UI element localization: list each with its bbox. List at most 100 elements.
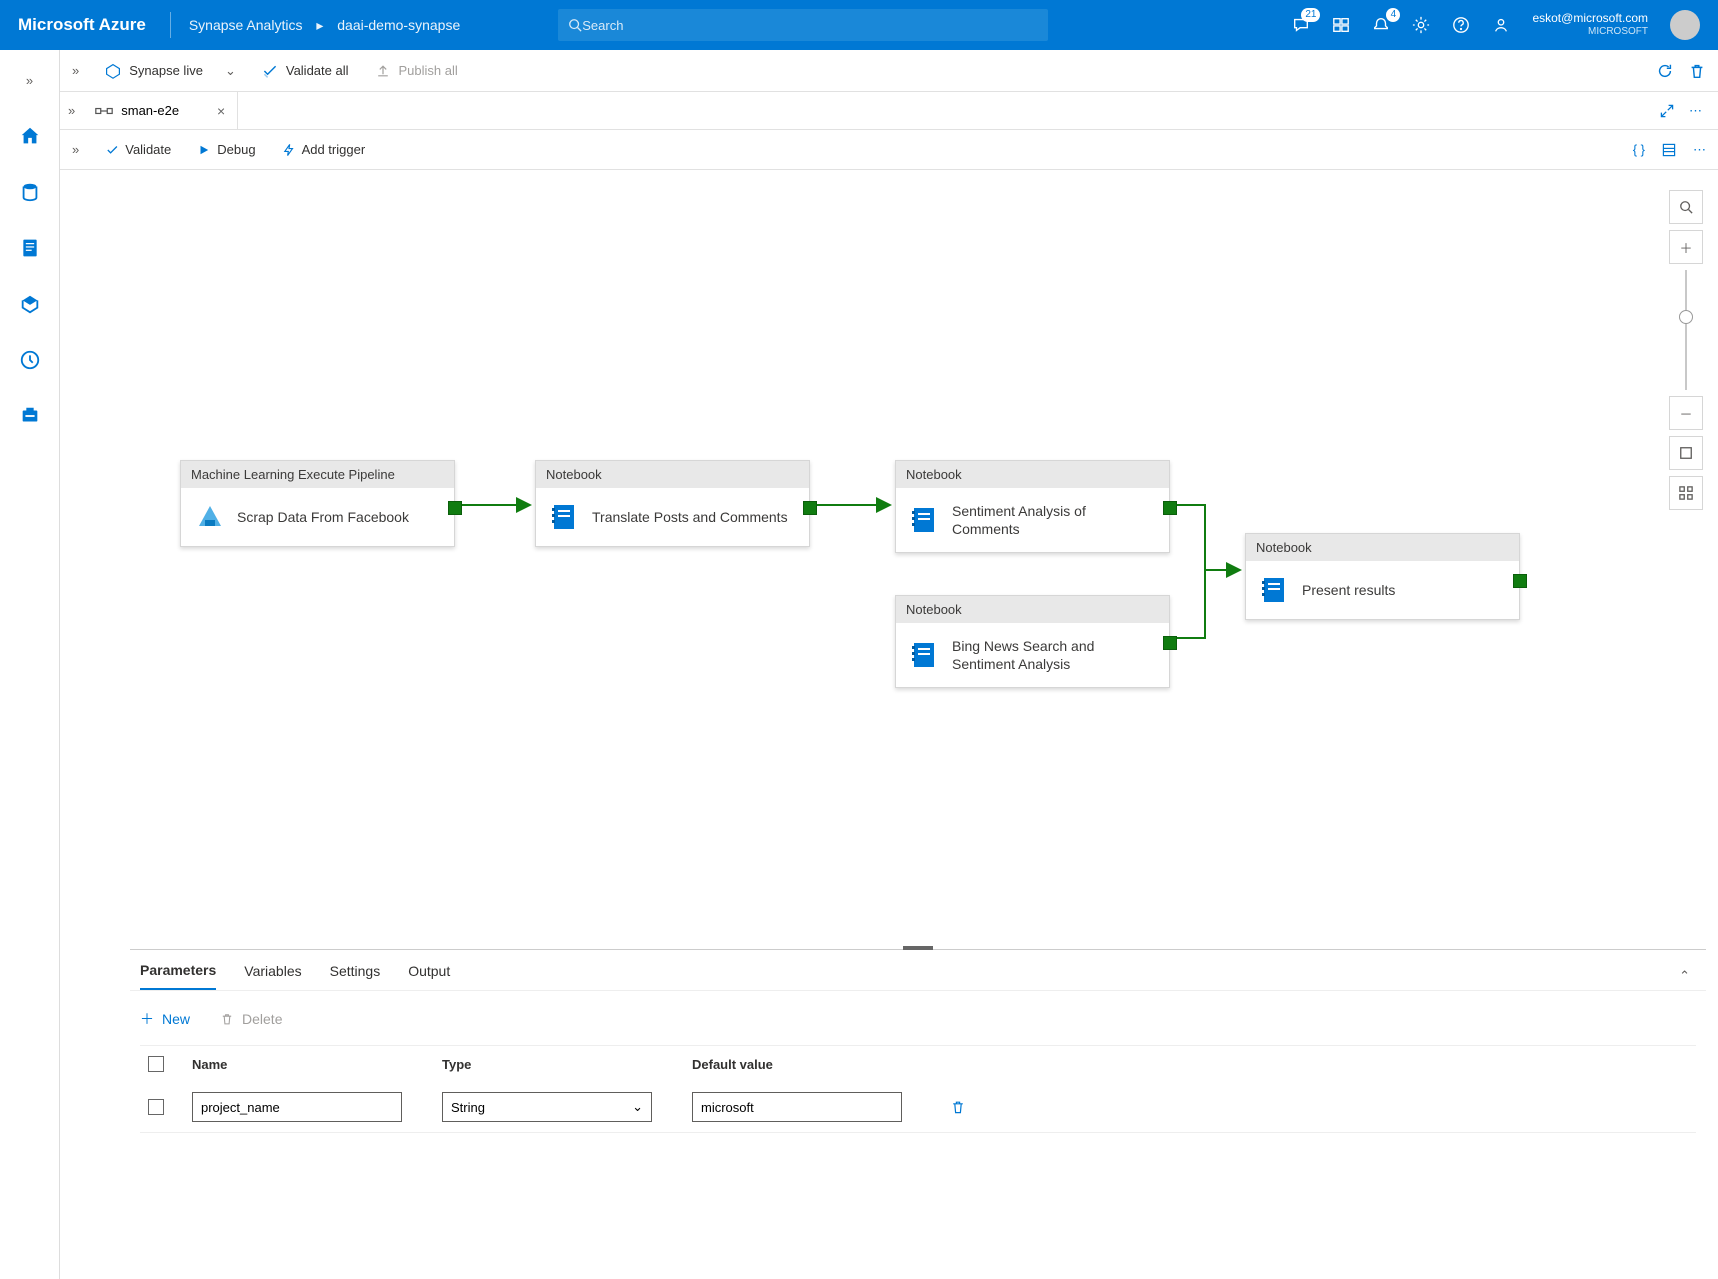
activity-node-present[interactable]: Notebook Present results	[1245, 533, 1520, 620]
validate-button[interactable]: Validate	[105, 142, 171, 157]
collapse-panel-icon-2[interactable]: »	[68, 103, 75, 118]
activity-node-ml-pipeline[interactable]: Machine Learning Execute Pipeline Scrap …	[180, 460, 455, 547]
output-port[interactable]	[803, 501, 817, 515]
nav-monitor-icon[interactable]	[16, 346, 44, 374]
row-checkbox[interactable]	[148, 1099, 164, 1115]
user-label[interactable]: eskot@microsoft.com MICROSOFT	[1532, 11, 1648, 39]
debug-button[interactable]: Debug	[197, 142, 255, 157]
chevron-right-icon: ▸	[316, 17, 323, 33]
activity-node-sentiment[interactable]: Notebook Sentiment Analysis of Comments	[895, 460, 1170, 553]
activity-type-label: Notebook	[896, 596, 1169, 623]
activity-title: Present results	[1302, 581, 1395, 599]
param-default-input[interactable]	[692, 1092, 902, 1122]
brand-label[interactable]: Microsoft Azure	[18, 15, 146, 35]
param-name-input[interactable]	[192, 1092, 402, 1122]
zoom-search-icon[interactable]	[1669, 190, 1703, 224]
zoom-out-button[interactable]: －	[1669, 396, 1703, 430]
tenant-label: MICROSOFT	[1532, 25, 1648, 39]
tab-parameters[interactable]: Parameters	[140, 962, 216, 990]
output-port[interactable]	[448, 501, 462, 515]
output-port[interactable]	[1163, 636, 1177, 650]
left-nav-rail: »	[0, 50, 60, 1279]
pipeline-canvas[interactable]: Machine Learning Execute Pipeline Scrap …	[110, 170, 1718, 949]
tab-output[interactable]: Output	[408, 963, 450, 989]
search-input[interactable]	[582, 18, 1038, 33]
trash-icon	[220, 1012, 234, 1026]
select-all-checkbox[interactable]	[148, 1056, 164, 1072]
zoom-slider-track[interactable]	[1685, 270, 1687, 390]
more-tab-icon[interactable]: ⋯	[1689, 103, 1702, 119]
validate-all-button[interactable]: Validate all	[262, 63, 349, 79]
nav-home-icon[interactable]	[16, 122, 44, 150]
tab-settings[interactable]: Settings	[330, 963, 381, 989]
collapse-panel-icon[interactable]: »	[72, 63, 79, 78]
notebook-icon	[910, 640, 940, 670]
global-search[interactable]	[558, 9, 1048, 41]
close-tab-icon[interactable]: ×	[217, 103, 225, 119]
user-avatar[interactable]	[1670, 10, 1700, 40]
parameters-actions: ＋ New Delete	[130, 991, 1706, 1039]
user-email: eskot@microsoft.com	[1532, 11, 1648, 25]
layout-icon[interactable]	[1669, 476, 1703, 510]
json-view-icon[interactable]: { }	[1633, 142, 1645, 158]
nav-develop-icon[interactable]	[16, 234, 44, 262]
activity-type-label: Notebook	[536, 461, 809, 488]
activity-title: Scrap Data From Facebook	[237, 508, 409, 526]
nav-integrate-icon[interactable]	[16, 290, 44, 318]
activity-node-bing-news[interactable]: Notebook Bing News Search and Sentiment …	[895, 595, 1170, 688]
collapse-activities-icon[interactable]: »	[72, 142, 79, 157]
properties-icon[interactable]	[1661, 142, 1677, 158]
notifications-icon[interactable]: 4	[1372, 16, 1390, 34]
feedback-icon[interactable]: 21	[1292, 16, 1310, 34]
output-port[interactable]	[1513, 574, 1527, 588]
chevron-down-icon: ⌄	[632, 1099, 643, 1115]
breadcrumb-service[interactable]: Synapse Analytics	[189, 17, 303, 33]
pipeline-icon	[95, 104, 113, 118]
document-tabs: » sman-e2e × ⋯	[60, 92, 1718, 130]
tab-variables[interactable]: Variables	[244, 963, 301, 989]
add-trigger-button[interactable]: Add trigger	[282, 142, 366, 157]
collapse-panel-icon[interactable]: ⌃	[1679, 968, 1696, 984]
directory-icon[interactable]	[1332, 16, 1350, 34]
synapse-live-dropdown[interactable]: Synapse live ⌄	[105, 63, 236, 79]
zoom-in-button[interactable]: ＋	[1669, 230, 1703, 264]
panel-resize-grip[interactable]	[903, 946, 933, 950]
param-type-select[interactable]: String⌄	[442, 1092, 652, 1122]
delete-parameter-button[interactable]: Delete	[220, 1011, 282, 1027]
nav-data-icon[interactable]	[16, 178, 44, 206]
collapse-rail-icon[interactable]: »	[16, 66, 44, 94]
output-port[interactable]	[1163, 501, 1177, 515]
activity-node-translate[interactable]: Notebook Translate Posts and Comments	[535, 460, 810, 547]
activity-title: Translate Posts and Comments	[592, 508, 788, 526]
workspace-toolbar: » Synapse live ⌄ Validate all Publish al…	[60, 50, 1718, 92]
tab-label: sman-e2e	[121, 103, 179, 118]
new-parameter-button[interactable]: ＋ New	[140, 1009, 190, 1029]
settings-icon[interactable]	[1412, 16, 1430, 34]
notifications-badge: 4	[1386, 8, 1400, 22]
zoom-fit-icon[interactable]	[1669, 436, 1703, 470]
header-separator	[170, 12, 171, 38]
notebook-icon	[1260, 575, 1290, 605]
grid-header-row: Name Type Default value	[140, 1046, 1696, 1082]
account-icon[interactable]	[1492, 16, 1510, 34]
refresh-icon[interactable]	[1656, 62, 1674, 80]
header-actions: 21 4 eskot@microsoft.com MICROSOFT	[1292, 10, 1700, 40]
discard-icon[interactable]	[1688, 62, 1706, 80]
column-header-type: Type	[442, 1057, 672, 1072]
properties-tabs: Parameters Variables Settings Output ⌃	[130, 950, 1706, 991]
notebook-icon	[910, 505, 940, 535]
activity-type-label: Notebook	[1246, 534, 1519, 561]
more-actions-icon[interactable]: ⋯	[1693, 142, 1706, 158]
column-header-name: Name	[192, 1057, 422, 1072]
breadcrumb: Synapse Analytics ▸ daai-demo-synapse	[189, 17, 460, 34]
delete-row-icon[interactable]	[950, 1099, 966, 1115]
help-icon[interactable]	[1452, 16, 1470, 34]
expand-icon[interactable]	[1659, 103, 1675, 119]
zoom-slider-handle[interactable]	[1679, 310, 1693, 324]
breadcrumb-workspace[interactable]: daai-demo-synapse	[337, 17, 460, 33]
pipeline-tab[interactable]: sman-e2e ×	[83, 92, 238, 129]
nav-manage-icon[interactable]	[16, 402, 44, 430]
publish-all-button[interactable]: Publish all	[375, 63, 458, 79]
feedback-badge: 21	[1301, 8, 1320, 22]
canvas-controls: ＋ －	[1668, 190, 1704, 510]
